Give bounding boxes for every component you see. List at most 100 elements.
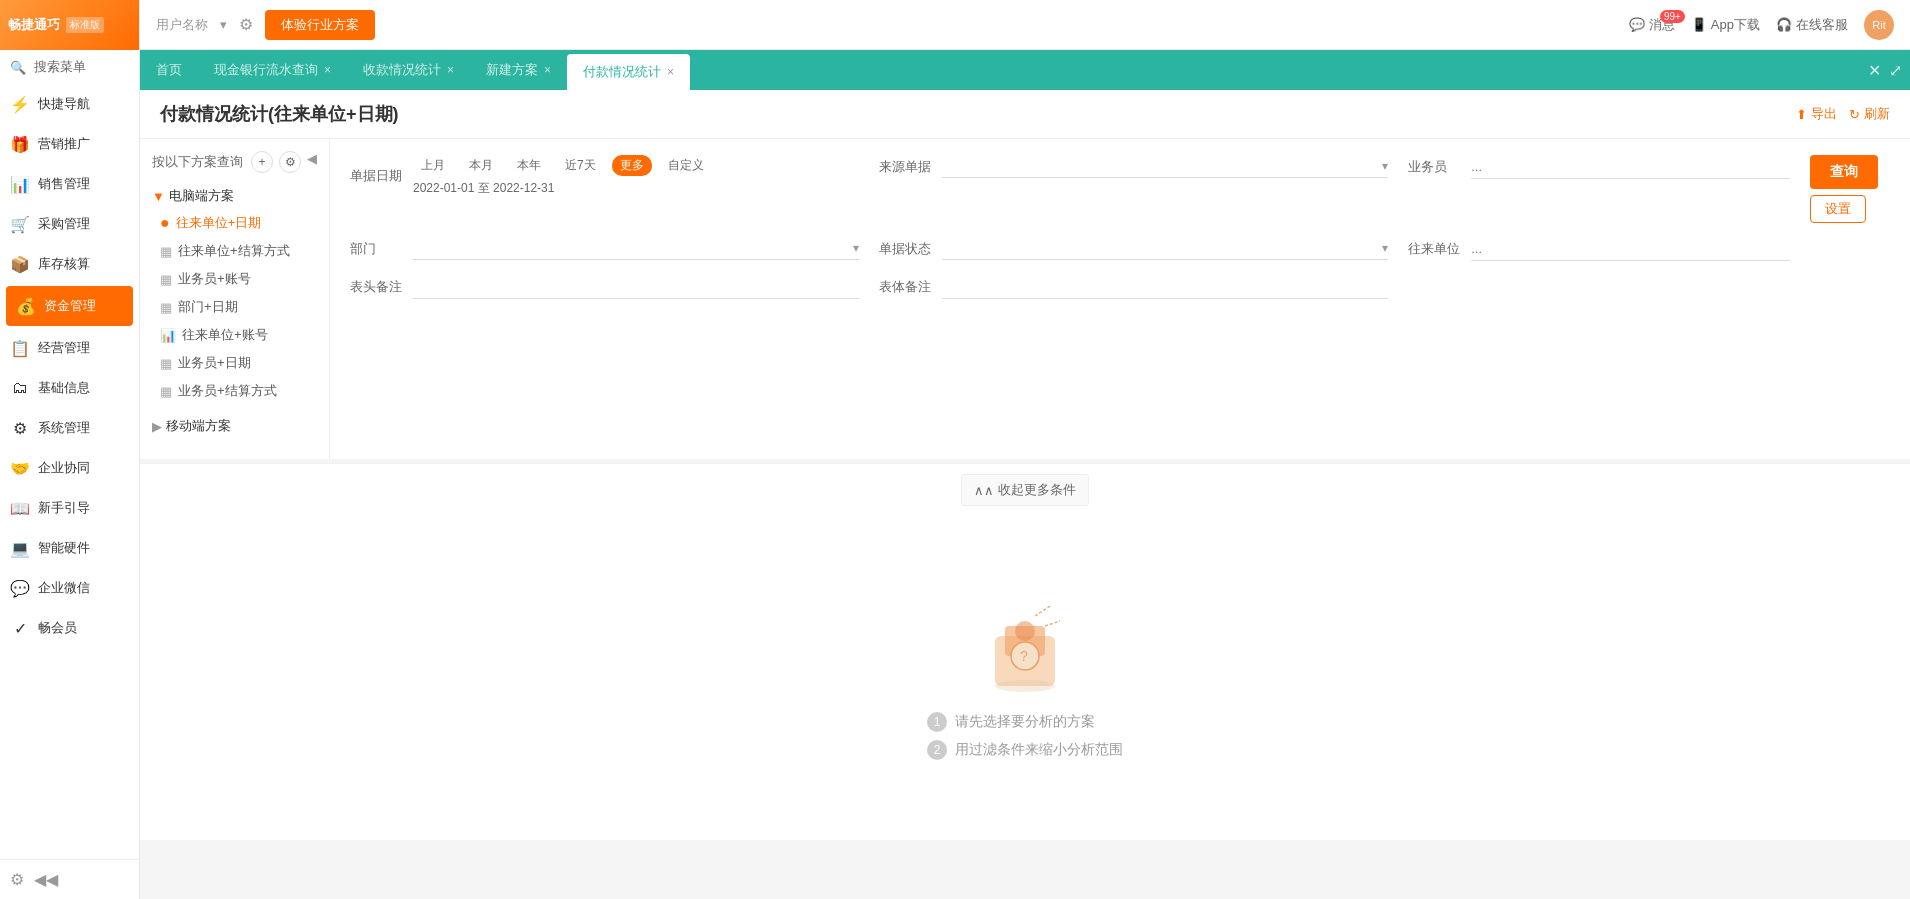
sidebar-logo: 畅捷通巧: [8, 16, 60, 34]
scheme-item-staff-account[interactable]: ▦ 业务员+账号: [152, 265, 317, 293]
scheme-group-desktop-title[interactable]: ▼ 电脑端方案: [152, 183, 317, 209]
sidebar-item-label: 新手引导: [38, 499, 90, 517]
date-tag-this-year[interactable]: 本年: [509, 155, 549, 176]
payment-stats-tab-close[interactable]: ×: [667, 65, 674, 79]
tab-expand-icon[interactable]: ⤢: [1889, 61, 1902, 80]
sidebar-item-basic[interactable]: 🗂 基础信息: [0, 368, 139, 408]
finance-icon: 💰: [16, 296, 36, 316]
sidebar-item-sales[interactable]: 📊 销售管理: [0, 164, 139, 204]
source-doc-select[interactable]: ▾: [942, 155, 1388, 178]
tab-home[interactable]: 首页: [140, 50, 198, 90]
sidebar-item-guide[interactable]: 📖 新手引导: [0, 488, 139, 528]
scheme-item-partner-date[interactable]: ● 往来单位+日期: [152, 209, 317, 237]
tab-bank-flow[interactable]: 现金银行流水查询 ×: [198, 50, 347, 90]
online-service-button[interactable]: 🎧 在线客服: [1776, 16, 1848, 34]
scheme-item-staff-settle[interactable]: ▦ 业务员+结算方式: [152, 377, 317, 405]
sidebar-item-hardware[interactable]: 💻 智能硬件: [0, 528, 139, 568]
scheme-item-icon: ▦: [160, 244, 172, 259]
svg-text:?: ?: [1020, 648, 1028, 664]
settings-button[interactable]: 设置: [1810, 195, 1866, 223]
scheme-header: 按以下方案查询 + ⚙ ◀: [152, 151, 317, 173]
date-options: 上月 本月 本年 近7天 更多 自定义 2022-01-01 至 2022-12…: [413, 155, 712, 197]
scheme-item-partner-settle[interactable]: ▦ 往来单位+结算方式: [152, 237, 317, 265]
sidebar-item-purchase[interactable]: 🛒 采购管理: [0, 204, 139, 244]
topbar-gear-icon[interactable]: ⚙: [239, 15, 253, 34]
sidebar-item-system[interactable]: ⚙ 系统管理: [0, 408, 139, 448]
date-tag-last-month[interactable]: 上月: [413, 155, 453, 176]
trial-button[interactable]: 体验行业方案: [265, 10, 375, 40]
tab-close-all-icon[interactable]: ✕: [1868, 61, 1881, 80]
scheme-settings-button[interactable]: ⚙: [279, 151, 301, 173]
sidebar-item-marketing[interactable]: 🎁 营销推广: [0, 124, 139, 164]
doc-status-select[interactable]: ▾: [942, 237, 1388, 260]
add-scheme-button[interactable]: +: [251, 151, 273, 173]
topbar-dropdown-icon[interactable]: ▾: [220, 17, 227, 32]
sidebar-item-label: 采购管理: [38, 215, 90, 233]
partner-input[interactable]: [1471, 237, 1790, 261]
collection-stats-tab-close[interactable]: ×: [447, 63, 454, 77]
sidebar-item-quick-nav[interactable]: ⚡ 快捷导航: [0, 84, 139, 124]
topbar-right: 💬 消息 99+ 📱 App下载 🎧 在线客服 Rit: [1629, 10, 1894, 40]
date-tag-7days[interactable]: 近7天: [557, 155, 604, 176]
scheme-item-partner-account[interactable]: 📊 往来单位+账号: [152, 321, 317, 349]
refresh-label: 刷新: [1864, 105, 1890, 123]
sidebar-search-item[interactable]: 🔍 搜索菜单: [0, 50, 139, 84]
settings-bottom-icon[interactable]: ⚙: [10, 870, 24, 889]
messages-button[interactable]: 💬 消息 99+: [1629, 16, 1675, 34]
empty-tip-2: 2 用过滤条件来缩小分析范围: [927, 740, 1123, 760]
scheme-group-desktop: ▼ 电脑端方案 ● 往来单位+日期 ▦ 往来单位+结算方式 ▦ 业务员+账号: [152, 183, 317, 405]
export-label: 导出: [1811, 105, 1837, 123]
header-note-label: 表头备注: [350, 278, 405, 296]
scheme-collapse-button[interactable]: ◀: [307, 151, 317, 173]
sidebar-item-weixin[interactable]: 💬 企业微信: [0, 568, 139, 608]
scheme-item-label: 业务员+结算方式: [178, 382, 277, 400]
filter-row-3: 表头备注 表体备注: [350, 275, 1890, 299]
refresh-button[interactable]: ↻ 刷新: [1849, 105, 1890, 123]
staff-input[interactable]: [1471, 155, 1790, 179]
sales-icon: 📊: [10, 174, 30, 194]
export-button[interactable]: ⬆ 导出: [1796, 105, 1837, 123]
tip-text-2: 用过滤条件来缩小分析范围: [955, 741, 1123, 759]
weixin-icon: 💬: [10, 578, 30, 598]
source-doc-arrow: ▾: [1382, 159, 1388, 173]
tabbar-right: ✕ ⤢: [1868, 50, 1910, 90]
collapse-more-button[interactable]: ∧∧ 收起更多条件: [961, 474, 1089, 506]
scheme-item-label: 业务员+账号: [178, 270, 251, 288]
scheme-group-mobile: ▶ 移动端方案: [152, 413, 317, 439]
new-scheme-tab-close[interactable]: ×: [544, 63, 551, 77]
dept-select[interactable]: ▾: [413, 237, 859, 260]
scheme-item-label: 往来单位+日期: [176, 214, 262, 232]
user-avatar[interactable]: Rit: [1864, 10, 1894, 40]
page-title: 付款情况统计(往来单位+日期): [160, 102, 399, 126]
sidebar-header: 畅捷通巧 标准版: [0, 0, 139, 50]
collapse-sidebar-icon[interactable]: ◀◀: [34, 870, 58, 889]
tab-collection-stats[interactable]: 收款情况统计 ×: [347, 50, 470, 90]
sidebar-item-label: 资金管理: [44, 297, 96, 315]
app-download-button[interactable]: 📱 App下载: [1691, 16, 1760, 34]
inventory-icon: 📦: [10, 254, 30, 274]
tab-payment-stats[interactable]: 付款情况统计 ×: [567, 54, 690, 90]
tab-new-scheme[interactable]: 新建方案 ×: [470, 50, 567, 90]
filter-actions: 查询 设置: [1810, 155, 1890, 223]
content-area: 付款情况统计(往来单位+日期) ⬆ 导出 ↻ 刷新 按以下方案查询: [140, 90, 1910, 899]
scheme-group-mobile-title[interactable]: ▶ 移动端方案: [152, 413, 317, 439]
body-note-input[interactable]: [942, 275, 1388, 299]
scheme-item-staff-date[interactable]: ▦ 业务员+日期: [152, 349, 317, 377]
collapse-chevron-icon: ∧∧: [974, 483, 994, 498]
sidebar-item-operation[interactable]: 📋 经营管理: [0, 328, 139, 368]
tip-num-2: 2: [927, 740, 947, 760]
sidebar-item-finance[interactable]: 💰 资金管理: [6, 286, 133, 326]
sidebar-item-vip[interactable]: ✓ 畅会员: [0, 608, 139, 648]
date-tag-custom[interactable]: 自定义: [660, 155, 712, 176]
filter-row-1: 单据日期 上月 本月 本年 近7天 更多 自定义 2022-01-01 至 20…: [350, 155, 1890, 223]
scheme-item-dept-date[interactable]: ▦ 部门+日期: [152, 293, 317, 321]
date-tag-this-month[interactable]: 本月: [461, 155, 501, 176]
date-tag-more[interactable]: 更多: [612, 155, 652, 176]
bank-flow-tab-close[interactable]: ×: [324, 63, 331, 77]
topbar: 用户名称 ▾ ⚙ 体验行业方案 💬 消息 99+ 📱 App下载 🎧 在线客服 …: [140, 0, 1910, 50]
header-note-input[interactable]: [413, 275, 859, 299]
sidebar-item-inventory[interactable]: 📦 库存核算: [0, 244, 139, 284]
query-button[interactable]: 查询: [1810, 155, 1878, 189]
collapse-icon: ◀: [307, 151, 317, 166]
sidebar-item-corp[interactable]: 🤝 企业协同: [0, 448, 139, 488]
